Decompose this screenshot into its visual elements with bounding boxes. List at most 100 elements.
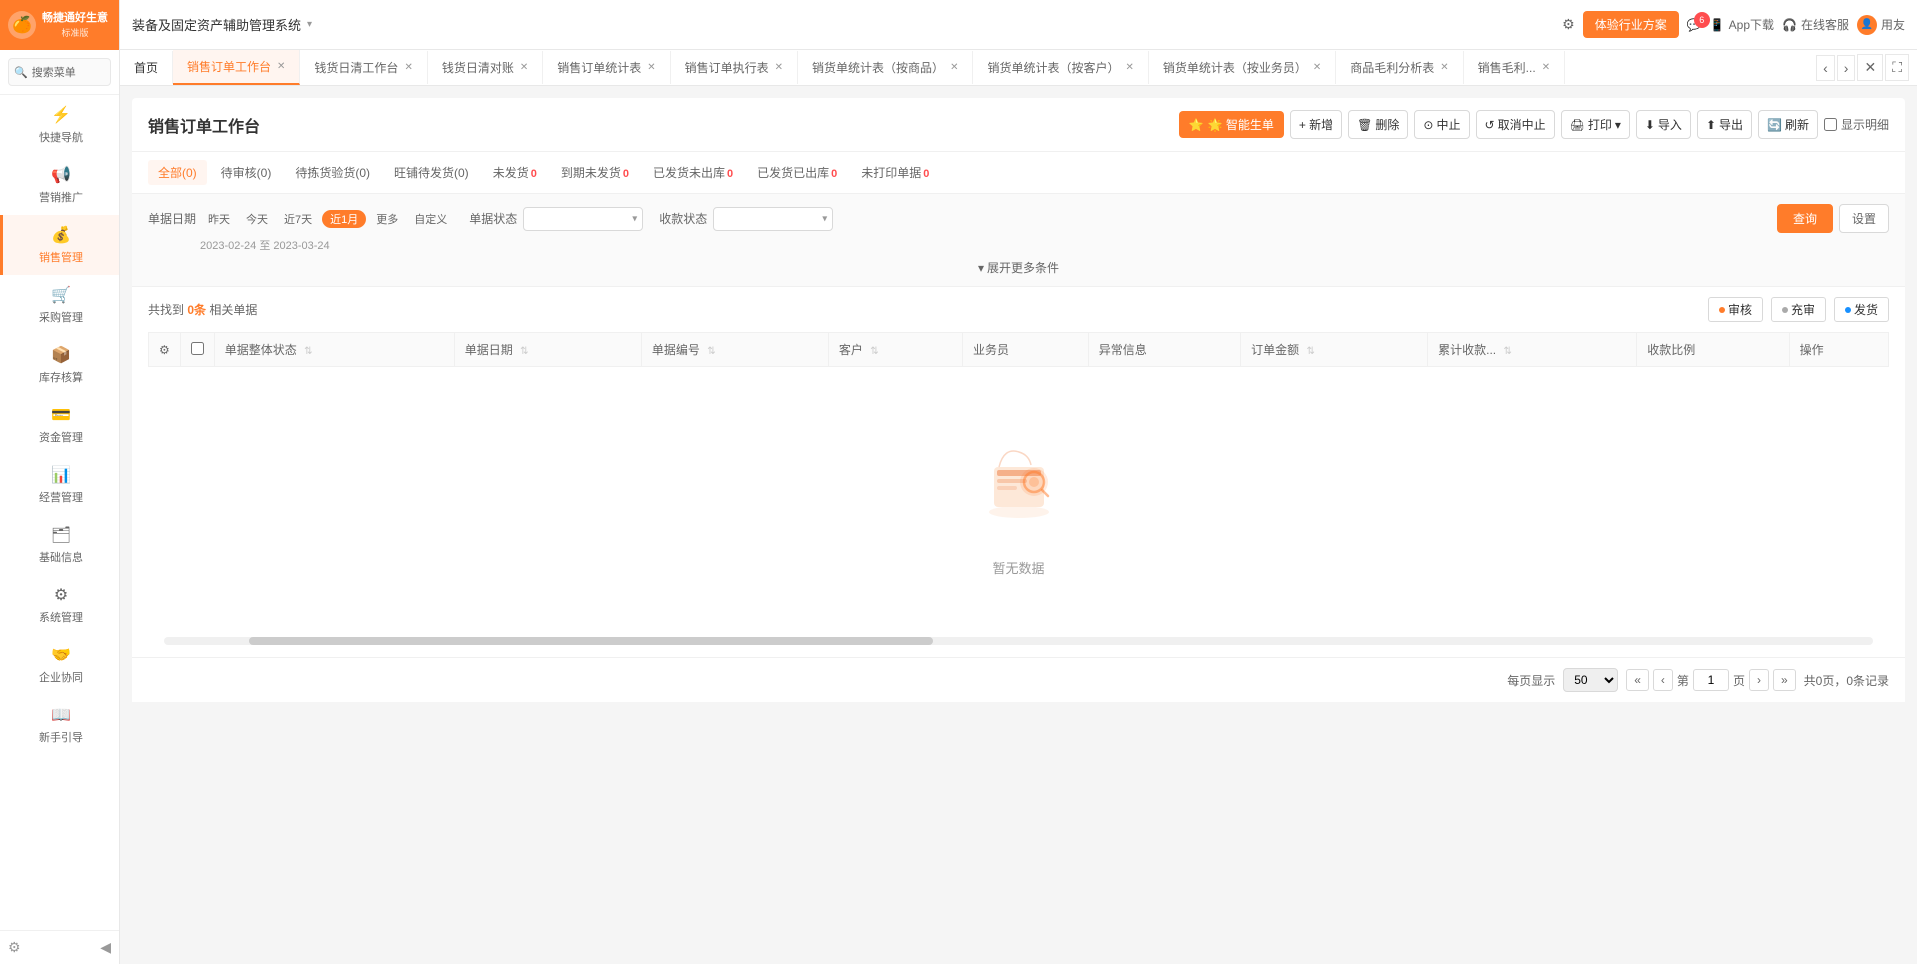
sidebar-item-quick-nav[interactable]: ⚡ 快捷导航 [0, 95, 119, 155]
delete-button[interactable]: 🗑 删除 [1348, 110, 1408, 139]
tab-close-icon[interactable]: ✕ [520, 62, 528, 73]
tab-close-all-button[interactable]: ✕ [1857, 54, 1883, 81]
settings-col-icon[interactable]: ⚙ [159, 343, 170, 357]
tab-cash-reconcile[interactable]: 钱货日清对账 ✕ [428, 51, 543, 84]
show-detail-checkbox[interactable] [1824, 118, 1837, 131]
sidebar-item-cooperation[interactable]: 🤝 企业协同 [0, 635, 119, 695]
tab-close-icon[interactable]: ✕ [950, 62, 958, 73]
date-opt-more[interactable]: 更多 [370, 209, 404, 229]
sub-tab-shipped-not-warehoused[interactable]: 已发货未出库0 [643, 160, 743, 185]
stop-button[interactable]: ⊙ 中止 [1414, 110, 1469, 139]
ship-quick-button[interactable]: 发货 [1834, 297, 1889, 322]
sort-icon[interactable]: ⇅ [1504, 346, 1512, 357]
cancel-review-quick-button[interactable]: 充审 [1771, 297, 1826, 322]
date-options: 昨天 今天 近7天 近1月 更多 自定义 [202, 209, 453, 229]
tab-sales-exec[interactable]: 销售订单执行表 ✕ [671, 51, 798, 84]
add-button[interactable]: + 新增 [1290, 110, 1342, 139]
tab-goods-customer[interactable]: 销货单统计表（按客户） ✕ [973, 51, 1148, 84]
sub-tab-wangpu[interactable]: 旺铺待发货(0) [384, 160, 479, 185]
tab-sales-stats[interactable]: 销售订单统计表 ✕ [543, 51, 670, 84]
tab-close-icon[interactable]: ✕ [775, 62, 783, 73]
tab-sales-workbench[interactable]: 销售订单工作台 ✕ [173, 50, 300, 85]
sidebar-item-inventory[interactable]: 📦 库存核算 [0, 335, 119, 395]
scrollbar-thumb[interactable] [249, 637, 933, 645]
sort-icon[interactable]: ⇅ [304, 346, 312, 357]
sub-tab-not-printed[interactable]: 未打印单据0 [851, 160, 939, 185]
tab-goods-margin[interactable]: 商品毛利分析表 ✕ [1336, 51, 1463, 84]
online-service-button[interactable]: 🎧 在线客服 [1782, 16, 1849, 33]
sidebar-item-system[interactable]: ⚙ 系统管理 [0, 575, 119, 635]
tab-goods-staff[interactable]: 销货单统计表（按业务员） ✕ [1149, 51, 1336, 84]
page-first-button[interactable]: « [1626, 669, 1649, 691]
industry-button[interactable]: 体验行业方案 [1583, 11, 1679, 38]
sidebar-settings-button[interactable]: ⚙ [8, 939, 21, 956]
query-button[interactable]: 查询 [1777, 204, 1833, 233]
page-last-button[interactable]: » [1773, 669, 1796, 691]
expand-filters-button[interactable]: ▾ 展开更多条件 [978, 259, 1059, 276]
date-opt-7days[interactable]: 近7天 [278, 209, 318, 229]
table-summary-row: 共找到 0条 相关单据 审核 充审 发货 [148, 287, 1889, 332]
payment-select[interactable] [713, 207, 833, 231]
refresh-button[interactable]: 🔄 刷新 [1758, 110, 1818, 139]
sort-icon[interactable]: ⇅ [707, 346, 715, 357]
tab-close-icon[interactable]: ✕ [277, 61, 285, 72]
tab-close-icon[interactable]: ✕ [1313, 62, 1321, 73]
smart-order-button[interactable]: ⭐ 🌟 智能生单 [1179, 111, 1284, 138]
sidebar-item-guide[interactable]: 📖 新手引导 [0, 695, 119, 755]
tab-close-icon[interactable]: ✕ [1542, 62, 1550, 73]
sort-icon[interactable]: ⇅ [520, 346, 528, 357]
page-size-select[interactable]: 50 10 20 100 [1563, 668, 1618, 692]
sub-tab-all[interactable]: 全部(0) [148, 160, 207, 185]
sidebar-collapse-button[interactable]: ◀ [100, 939, 111, 956]
date-opt-custom[interactable]: 自定义 [408, 209, 453, 229]
export-button[interactable]: ⬆ 导出 [1697, 110, 1752, 139]
sub-tab-label: 到期未发货 [561, 166, 621, 180]
tab-close-icon[interactable]: ✕ [1125, 62, 1133, 73]
header-settings-icon[interactable]: ⚙ [1562, 16, 1575, 33]
horizontal-scrollbar[interactable] [164, 637, 1873, 645]
sub-tab-expired-not-shipped[interactable]: 到期未发货0 [551, 160, 639, 185]
tab-scroll-prev-button[interactable]: ‹ [1816, 55, 1835, 81]
sort-icon[interactable]: ⇅ [870, 346, 878, 357]
tab-close-icon[interactable]: ✕ [404, 62, 412, 73]
tab-close-icon[interactable]: ✕ [647, 62, 655, 73]
sub-tab-shipped-warehoused[interactable]: 已发货已出库0 [747, 160, 847, 185]
print-button[interactable]: 🖨 打印 ▾ [1561, 110, 1630, 139]
page-next-button[interactable]: › [1749, 669, 1769, 691]
date-opt-yesterday[interactable]: 昨天 [202, 209, 236, 229]
app-download-button[interactable]: 📱 App下载 [1710, 16, 1774, 33]
page-number-input[interactable] [1693, 669, 1729, 691]
tab-close-icon[interactable]: ✕ [1440, 62, 1448, 73]
settings-button[interactable]: 设置 [1839, 204, 1889, 233]
date-opt-today[interactable]: 今天 [240, 209, 274, 229]
sub-tab-not-shipped[interactable]: 未发货0 [483, 160, 547, 185]
tab-sales-more[interactable]: 销售毛利... ✕ [1464, 51, 1565, 84]
sidebar-item-base-info[interactable]: 🗂 基础信息 [0, 515, 119, 575]
tab-cash-daily[interactable]: 钱货日清工作台 ✕ [300, 51, 427, 84]
user-button[interactable]: 👤 用友 [1857, 15, 1905, 35]
date-opt-1month[interactable]: 近1月 [322, 210, 366, 228]
tab-fullscreen-button[interactable]: ⛶ [1885, 54, 1909, 81]
sidebar-item-purchase[interactable]: 🛒 采购管理 [0, 275, 119, 335]
cancel-stop-button[interactable]: ↺ 取消中止 [1476, 110, 1555, 139]
tab-home[interactable]: 首页 [120, 51, 173, 84]
sub-tab-pending-review[interactable]: 待审核(0) [211, 160, 282, 185]
sidebar-item-finance[interactable]: 💳 资金管理 [0, 395, 119, 455]
review-quick-button[interactable]: 审核 [1708, 297, 1763, 322]
tab-goods-product[interactable]: 销货单统计表（按商品） ✕ [798, 51, 973, 84]
tab-scroll-next-button[interactable]: › [1837, 55, 1856, 81]
sort-icon[interactable]: ⇅ [1306, 346, 1314, 357]
page-prev-button[interactable]: ‹ [1653, 669, 1673, 691]
table-quick-actions: 审核 充审 发货 [1708, 297, 1889, 322]
sidebar-item-marketing[interactable]: 📢 营销推广 [0, 155, 119, 215]
select-all-checkbox[interactable] [191, 342, 204, 355]
sidebar-item-operations[interactable]: 📊 经营管理 [0, 455, 119, 515]
sidebar-item-sales[interactable]: 💰 销售管理 [0, 215, 119, 275]
sub-tab-pending-inspect[interactable]: 待拣货验货(0) [285, 160, 380, 185]
show-detail-checkbox-wrapper[interactable]: 显示明细 [1824, 116, 1889, 133]
status-select[interactable] [523, 207, 643, 231]
import-button[interactable]: ⬇ 导入 [1636, 110, 1691, 139]
logo-text-wrapper: 畅捷通好生意 标准版 [42, 11, 108, 38]
search-menu-button[interactable]: 🔍 搜索菜单 [8, 58, 111, 86]
message-button[interactable]: 💬 6 [1687, 18, 1702, 32]
